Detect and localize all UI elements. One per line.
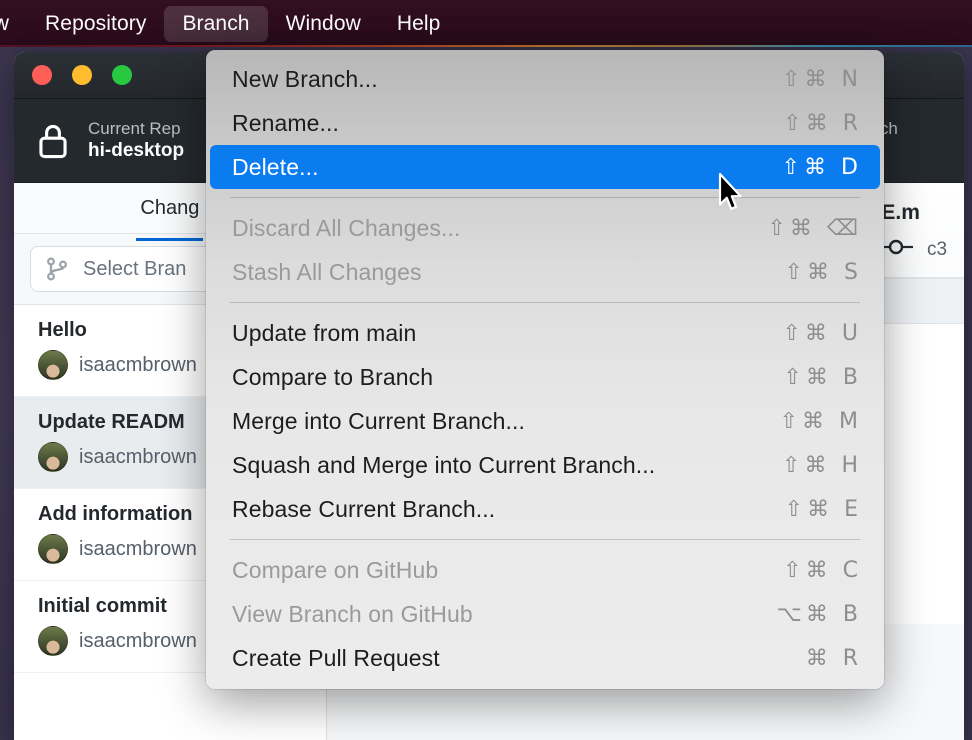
- menu-item-shortcut: ⇧⌘ M: [780, 409, 862, 434]
- commit-icon: [879, 237, 913, 263]
- commit-author: isaacmbrown: [79, 354, 197, 377]
- menu-item-shortcut: ⇧⌘ E: [785, 497, 862, 522]
- menu-item-label: Stash All Changes: [232, 259, 422, 286]
- menu-separator: [230, 302, 860, 303]
- menu-item-shortcut: ⇧⌘ ⌫: [767, 216, 862, 241]
- menu-item-label: Merge into Current Branch...: [232, 408, 525, 435]
- menu-item-shortcut: ⇧⌘ R: [783, 111, 862, 136]
- select-branch-placeholder: Select Bran: [83, 258, 186, 281]
- menu-item-view-branch-on-github: View Branch on GitHub ⌥⌘ B: [206, 592, 884, 636]
- avatar: [38, 442, 68, 472]
- menu-item-label: New Branch...: [232, 66, 378, 93]
- tab-changes[interactable]: Chang: [136, 187, 203, 230]
- menu-item-compare-to-branch[interactable]: Compare to Branch ⇧⌘ B: [206, 355, 884, 399]
- avatar: [38, 626, 68, 656]
- menu-item-label: Update from main: [232, 320, 416, 347]
- menu-item-stash-all-changes: Stash All Changes ⇧⌘ S: [206, 250, 884, 294]
- current-repository-value: hi-desktop: [88, 139, 184, 163]
- screen: ew Repository Branch Window Help: [0, 0, 972, 740]
- menu-item-discard-all-changes: Discard All Changes... ⇧⌘ ⌫: [206, 206, 884, 250]
- menubar-accent-line: [0, 45, 972, 47]
- menu-item-label: Compare to Branch: [232, 364, 433, 391]
- menu-item-label: Discard All Changes...: [232, 215, 460, 242]
- menu-item-shortcut: ⇧⌘ S: [785, 260, 862, 285]
- menu-item-merge-into-current-branch[interactable]: Merge into Current Branch... ⇧⌘ M: [206, 399, 884, 443]
- menu-item-shortcut: ⇧⌘ H: [782, 453, 862, 478]
- menubar-item-repository[interactable]: Repository: [27, 6, 164, 42]
- close-window-button[interactable]: [32, 65, 52, 85]
- menubar-item-branch[interactable]: Branch: [164, 6, 267, 42]
- menu-item-shortcut: ⇧⌘ B: [783, 365, 862, 390]
- desktop-left-strip: [0, 46, 14, 740]
- menu-item-new-branch[interactable]: New Branch... ⇧⌘ N: [206, 57, 884, 101]
- menu-item-label: Delete...: [232, 154, 319, 181]
- menu-item-create-pull-request[interactable]: Create Pull Request ⌘ R: [206, 636, 884, 680]
- menu-item-label: Squash and Merge into Current Branch...: [232, 452, 655, 479]
- traffic-lights: [32, 65, 132, 85]
- menu-separator: [230, 197, 860, 198]
- avatar: [38, 534, 68, 564]
- menu-item-update-from-main[interactable]: Update from main ⇧⌘ U: [206, 311, 884, 355]
- menubar-item-help[interactable]: Help: [379, 6, 459, 42]
- menu-item-squash-and-merge-into-current-branch[interactable]: Squash and Merge into Current Branch... …: [206, 443, 884, 487]
- menu-item-shortcut: ⇧⌘ C: [783, 558, 862, 583]
- current-repository-caption: Current Rep: [88, 118, 184, 139]
- menu-item-shortcut: ⇧⌘ U: [782, 321, 862, 346]
- menu-item-delete[interactable]: Delete... ⇧⌘ D: [210, 145, 880, 189]
- menu-item-rebase-current-branch[interactable]: Rebase Current Branch... ⇧⌘ E: [206, 487, 884, 531]
- menu-item-shortcut: ⇧⌘ D: [782, 155, 862, 180]
- current-repository-labels: Current Rep hi-desktop: [88, 118, 184, 163]
- commit-author: isaacmbrown: [79, 446, 197, 469]
- menu-item-label: Rebase Current Branch...: [232, 496, 495, 523]
- zoom-window-button[interactable]: [112, 65, 132, 85]
- branch-dropdown-menu: New Branch... ⇧⌘ N Rename... ⇧⌘ R Delete…: [206, 50, 884, 689]
- macos-menu-bar: ew Repository Branch Window Help: [0, 0, 972, 47]
- menu-item-shortcut: ⇧⌘ N: [782, 67, 862, 92]
- detail-sha-fragment: c3: [927, 239, 947, 261]
- menu-item-label: Compare on GitHub: [232, 557, 438, 584]
- commit-author: isaacmbrown: [79, 538, 197, 561]
- menu-item-compare-on-github: Compare on GitHub ⇧⌘ C: [206, 548, 884, 592]
- menu-item-shortcut: ⌘ R: [806, 646, 862, 671]
- menu-item-label: Rename...: [232, 110, 339, 137]
- avatar: [38, 350, 68, 380]
- minimize-window-button[interactable]: [72, 65, 92, 85]
- menu-item-rename[interactable]: Rename... ⇧⌘ R: [206, 101, 884, 145]
- menu-item-shortcut: ⌥⌘ B: [777, 602, 862, 627]
- menu-item-label: Create Pull Request: [232, 645, 440, 672]
- menu-separator: [230, 539, 860, 540]
- branch-icon: [45, 256, 69, 282]
- lock-icon: [36, 121, 70, 161]
- menubar-item-window[interactable]: Window: [268, 6, 379, 42]
- commit-author: isaacmbrown: [79, 630, 197, 653]
- menu-item-label: View Branch on GitHub: [232, 601, 473, 628]
- menubar-item-view[interactable]: ew: [0, 6, 27, 42]
